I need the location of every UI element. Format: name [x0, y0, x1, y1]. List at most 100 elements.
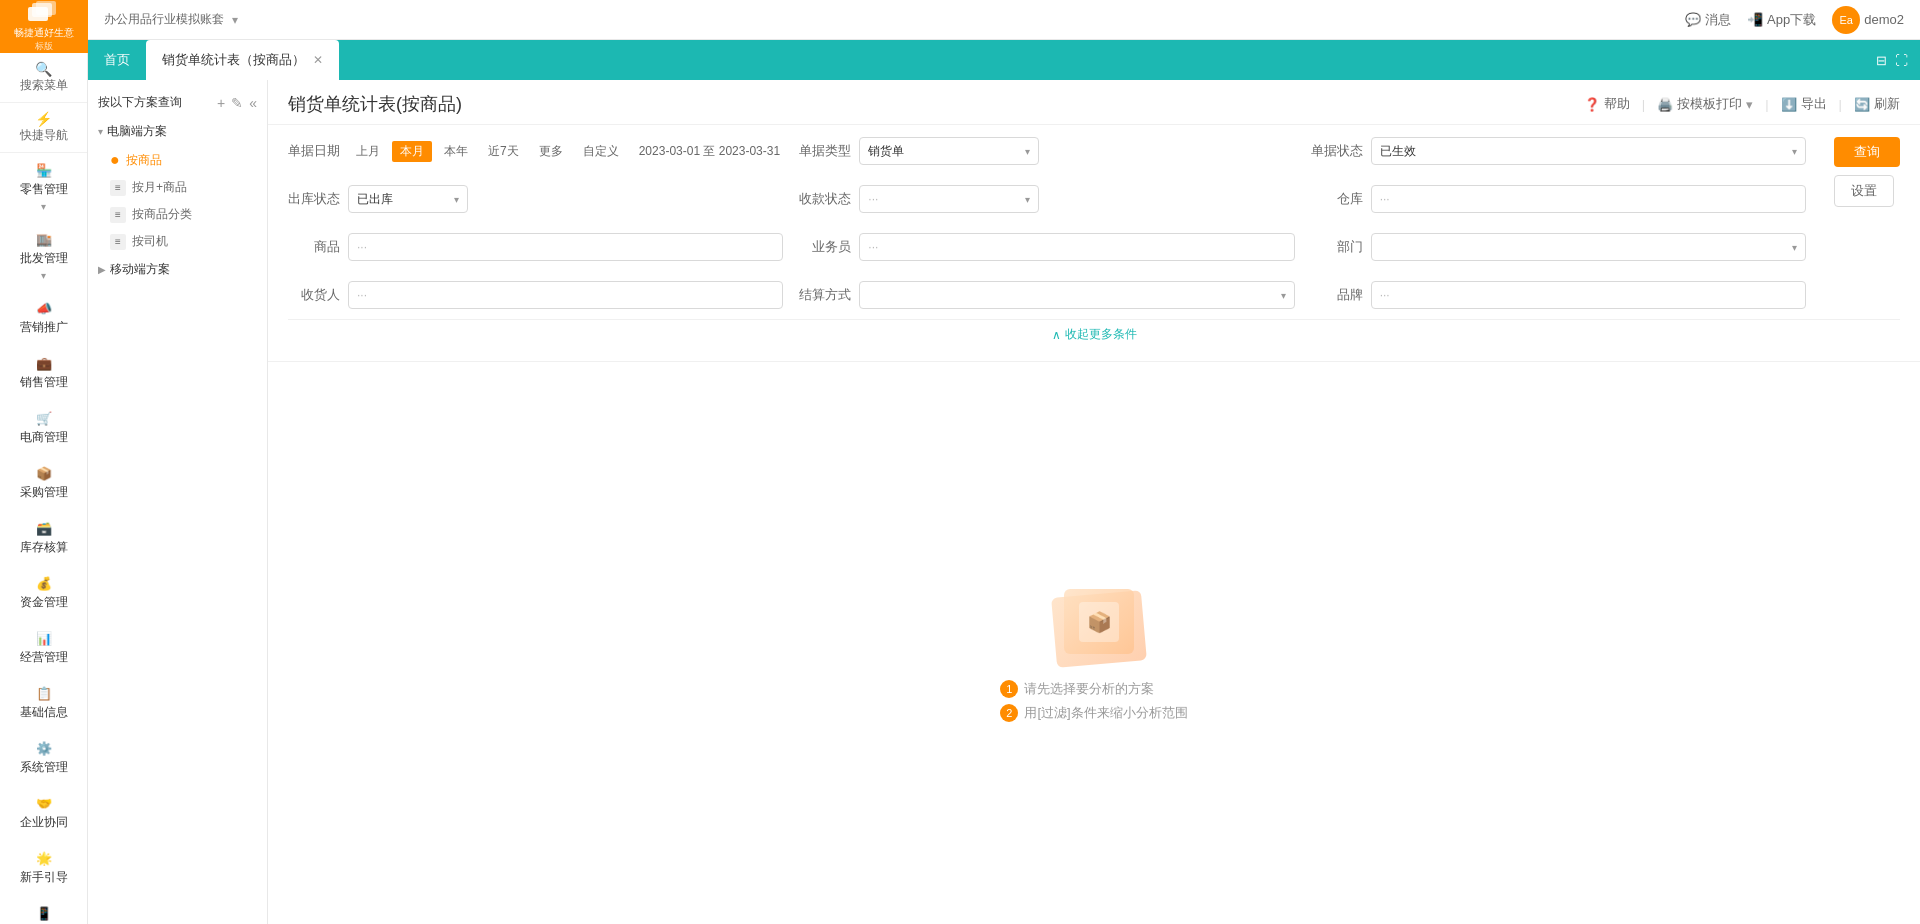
content-area: 按以下方案查询 + ✎ « ▾ 电脑端方案 ● 按商品 ≡ 按月 — [88, 80, 1920, 924]
warehouse-label: 仓库 — [1311, 190, 1363, 208]
date-tab-more[interactable]: 更多 — [531, 141, 571, 162]
filter-warehouse: 仓库 ··· — [1311, 185, 1822, 213]
sidebar-item-sales[interactable]: 💼 销售管理 — [0, 346, 87, 401]
refresh-button[interactable]: 🔄 刷新 — [1854, 95, 1900, 113]
receiver-input[interactable]: ··· — [348, 281, 783, 309]
payment-status-select[interactable]: ··· ▾ — [859, 185, 1039, 213]
print-icon: 🖨️ — [1657, 97, 1673, 112]
date-tab-this-month[interactable]: 本月 — [392, 141, 432, 162]
product-control: ··· — [348, 233, 783, 261]
scheme-by-month-product-label: 按月+商品 — [132, 179, 187, 196]
sidebar-item-ecommerce[interactable]: 🛒 电商管理 — [0, 401, 87, 456]
sidebar: 畅捷通好生意 标版 🔍 搜索菜单 ⚡ 快捷导航 🏪 零售管理 ▾ 🏬 批发管理 … — [0, 0, 88, 924]
tab-sales-stat[interactable]: 销货单统计表（按商品） ✕ — [146, 40, 339, 80]
filter-date: 单据日期 上月 本月 本年 近7天 更多 自定义 — [288, 141, 799, 162]
left-panel-header: 按以下方案查询 + ✎ « — [88, 88, 267, 117]
tab-fullscreen-icon[interactable]: ⛶ — [1895, 53, 1908, 68]
messages-button[interactable]: 💬 消息 — [1685, 11, 1731, 29]
scheme-by-month-product[interactable]: ≡ 按月+商品 — [88, 174, 267, 201]
tab-minimize-icon[interactable]: ⊟ — [1876, 53, 1887, 68]
date-range-display: 2023-03-01 至 2023-03-31 — [639, 143, 780, 160]
warehouse-select[interactable]: ··· — [1371, 185, 1806, 213]
payment-status-control: ··· ▾ — [859, 185, 1294, 213]
filter-receiver: 收货人 ··· — [288, 281, 799, 309]
staff-input[interactable]: ··· — [859, 233, 1294, 261]
sidebar-item-newbie[interactable]: 🌟 新手引导 — [0, 841, 87, 896]
empty-hint-2: 2 用[过滤]条件来缩小分析范围 — [1000, 704, 1187, 722]
sidebar-item-inventory[interactable]: 🗃️ 库存核算 — [0, 511, 87, 566]
sidebar-item-purchase[interactable]: 📦 采购管理 — [0, 456, 87, 511]
user-menu[interactable]: Ea demo2 — [1832, 6, 1904, 34]
date-control: 上月 本月 本年 近7天 更多 自定义 2023-03-01 至 2023-03… — [348, 141, 783, 162]
empty-state: 📦 1 请先选择要分析的方案 2 用[过滤]条件来缩小分析范围 — [268, 362, 1920, 924]
add-scheme-button[interactable]: + — [217, 95, 225, 111]
sidebar-item-search[interactable]: 🔍 搜索菜单 — [0, 53, 87, 103]
chevron-down-icon: ▾ — [454, 194, 459, 205]
doc-type-label: 单据类型 — [799, 142, 851, 160]
payment-status-label: 收款状态 — [799, 190, 851, 208]
scheme-icon: ≡ — [110, 234, 126, 250]
empty-illustration: 📦 — [1044, 564, 1144, 664]
collapse-panel-button[interactable]: « — [249, 95, 257, 111]
desktop-scheme-header[interactable]: ▾ 电脑端方案 — [88, 117, 267, 146]
svg-rect-2 — [36, 1, 56, 15]
scheme-by-product-label: 按商品 — [126, 152, 162, 169]
sidebar-item-appstore[interactable]: 📱 应用中心 — [0, 896, 87, 924]
mobile-scheme-label: 移动端方案 — [110, 261, 170, 278]
chevron-down-icon: ▾ — [41, 270, 46, 281]
tab-home[interactable]: 首页 — [88, 40, 146, 80]
sidebar-item-retail[interactable]: 🏪 零售管理 ▾ — [0, 153, 87, 222]
app-download-button[interactable]: 📲 App下载 — [1747, 11, 1816, 29]
doc-status-select[interactable]: 已生效 ▾ — [1371, 137, 1806, 165]
refresh-icon: 🔄 — [1854, 97, 1870, 112]
chevron-down-icon: ▾ — [1792, 242, 1797, 253]
filter-staff: 业务员 ··· — [799, 233, 1310, 261]
date-tab-custom[interactable]: 自定义 — [575, 141, 627, 162]
print-dropdown-icon[interactable]: ▾ — [1746, 97, 1753, 112]
scheme-by-driver-label: 按司机 — [132, 233, 168, 250]
settings-button[interactable]: 设置 — [1834, 175, 1894, 207]
scheme-by-driver[interactable]: ≡ 按司机 — [88, 228, 267, 255]
tab-close-icon[interactable]: ✕ — [313, 53, 323, 67]
sidebar-item-system[interactable]: ⚙️ 系统管理 — [0, 731, 87, 786]
chevron-down-icon: ▾ — [1792, 146, 1797, 157]
sidebar-item-finance[interactable]: 💰 资金管理 — [0, 566, 87, 621]
sidebar-item-enterprise[interactable]: 🤝 企业协同 — [0, 786, 87, 841]
dept-select[interactable]: ▾ — [1371, 233, 1806, 261]
sidebar-item-marketing[interactable]: 📣 营销推广 — [0, 291, 87, 346]
sidebar-item-basic[interactable]: 📋 基础信息 — [0, 676, 87, 731]
export-button[interactable]: ⬇️ 导出 — [1781, 95, 1827, 113]
product-input[interactable]: ··· — [348, 233, 783, 261]
scheme-by-category[interactable]: ≡ 按商品分类 — [88, 201, 267, 228]
sidebar-item-quick-nav[interactable]: ⚡ 快捷导航 — [0, 103, 87, 153]
help-button[interactable]: ❓ 帮助 — [1584, 95, 1630, 113]
date-label: 单据日期 — [288, 142, 340, 160]
date-tab-this-year[interactable]: 本年 — [436, 141, 476, 162]
app-logo[interactable]: 畅捷通好生意 标版 — [0, 0, 88, 53]
dept-control: ▾ — [1371, 233, 1806, 261]
scheme-by-product[interactable]: ● 按商品 — [88, 146, 267, 174]
download-icon: 📲 — [1747, 12, 1763, 27]
receiver-label: 收货人 — [288, 286, 340, 304]
doc-type-select[interactable]: 销货单 ▾ — [859, 137, 1039, 165]
staff-control: ··· — [859, 233, 1294, 261]
header-dropdown-icon[interactable]: ▾ — [232, 13, 238, 27]
page-title: 销货单统计表(按商品) — [288, 92, 462, 116]
sidebar-item-operation[interactable]: 📊 经营管理 — [0, 621, 87, 676]
query-button[interactable]: 查询 — [1834, 137, 1900, 167]
help-icon: ❓ — [1584, 97, 1600, 112]
settlement-select[interactable]: ▾ — [859, 281, 1294, 309]
brand-input[interactable]: ··· — [1371, 281, 1806, 309]
mobile-scheme-header[interactable]: ▶ 移动端方案 — [88, 255, 267, 284]
date-tab-last-month[interactable]: 上月 — [348, 141, 388, 162]
print-button[interactable]: 🖨️ 按模板打印 ▾ — [1657, 95, 1753, 113]
main-area: 办公用品行业模拟账套 ▾ 💬 消息 📲 App下载 Ea demo2 首页 — [88, 0, 1920, 924]
sidebar-item-wholesale[interactable]: 🏬 批发管理 ▾ — [0, 222, 87, 291]
filter-product: 商品 ··· — [288, 233, 799, 261]
collapse-bar[interactable]: ∧ 收起更多条件 — [288, 319, 1900, 349]
edit-scheme-button[interactable]: ✎ — [231, 95, 243, 111]
stock-status-select[interactable]: 已出库 ▾ — [348, 185, 468, 213]
date-tab-7days[interactable]: 近7天 — [480, 141, 527, 162]
brand-label: 品牌 — [1311, 286, 1363, 304]
collapse-up-icon: ∧ — [1052, 328, 1061, 342]
